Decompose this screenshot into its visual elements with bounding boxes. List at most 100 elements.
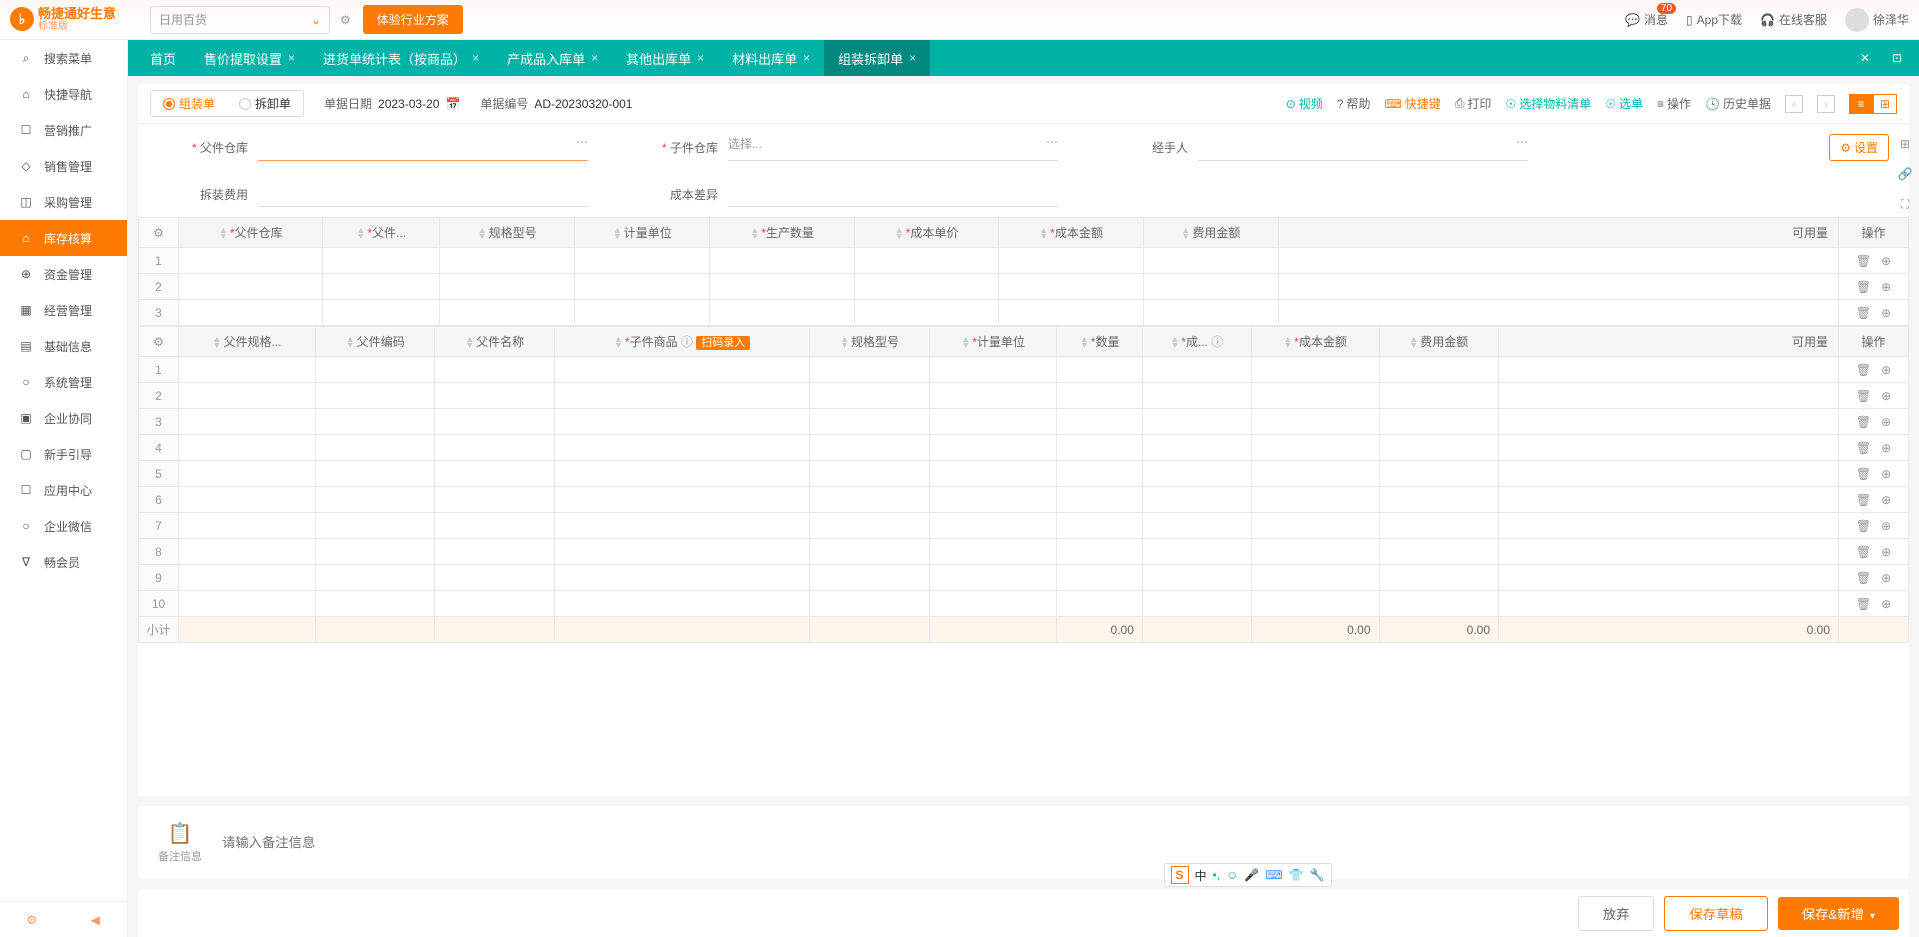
cell[interactable] <box>316 461 435 487</box>
cell[interactable] <box>810 409 929 435</box>
cell[interactable] <box>1499 539 1839 565</box>
table-row[interactable]: 2🗑⊕ <box>139 274 1909 300</box>
save-new-button[interactable]: 保存&新增▾ <box>1778 897 1899 930</box>
cell[interactable] <box>316 591 435 617</box>
delete-icon[interactable]: 🗑 <box>1856 441 1871 455</box>
tab-close-all-icon[interactable]: ✕ <box>1853 46 1877 70</box>
th-可用量[interactable]: 可用量 <box>1499 327 1839 357</box>
cell[interactable] <box>810 461 929 487</box>
th-父件仓库[interactable]: ▲▼*父件仓库 <box>179 218 323 248</box>
copy-icon[interactable]: ⊕ <box>1881 493 1891 507</box>
cell[interactable] <box>1251 565 1379 591</box>
remark-input[interactable] <box>222 835 1889 850</box>
header-gear-icon[interactable]: ⚙ <box>340 13 351 27</box>
sidebar-item-1[interactable]: ⌂快捷导航 <box>0 76 127 112</box>
table-row[interactable]: 2🗑⊕ <box>139 383 1909 409</box>
cell[interactable] <box>1499 435 1839 461</box>
th-父件名称[interactable]: ▲▼父件名称 <box>435 327 554 357</box>
cell[interactable] <box>1499 357 1839 383</box>
th-规格型号[interactable]: ▲▼规格型号 <box>440 218 575 248</box>
cell[interactable] <box>1379 357 1499 383</box>
sort-icon[interactable]: ▲▼ <box>895 228 904 239</box>
table-row[interactable]: 8🗑⊕ <box>139 539 1909 565</box>
cell[interactable] <box>929 487 1057 513</box>
sort-icon[interactable]: ▲▼ <box>1283 337 1292 348</box>
ime-punct-icon[interactable]: •, <box>1213 868 1221 882</box>
cell[interactable] <box>435 487 554 513</box>
sidebar-item-13[interactable]: ○企业微信 <box>0 508 127 544</box>
cell[interactable] <box>810 565 929 591</box>
cost-diff-input[interactable] <box>728 181 1058 207</box>
sort-icon[interactable]: ▲▼ <box>1039 228 1048 239</box>
cell[interactable] <box>1142 409 1251 435</box>
copy-icon[interactable]: ⊕ <box>1881 441 1891 455</box>
cell[interactable] <box>810 383 929 409</box>
cell[interactable] <box>810 513 929 539</box>
ime-tool-icon[interactable]: 🔧 <box>1310 868 1325 882</box>
cell[interactable] <box>1251 487 1379 513</box>
cell[interactable] <box>854 274 998 300</box>
sort-icon[interactable]: ▲▼ <box>840 337 849 348</box>
cell[interactable] <box>1057 539 1142 565</box>
cell[interactable] <box>179 461 316 487</box>
cell[interactable] <box>999 248 1143 274</box>
cell[interactable] <box>1057 487 1142 513</box>
cell[interactable] <box>1057 383 1142 409</box>
cell[interactable] <box>710 300 854 326</box>
sidebar-item-11[interactable]: ▢新手引导 <box>0 436 127 472</box>
cell[interactable] <box>1142 513 1251 539</box>
sort-icon[interactable]: ▲▼ <box>478 228 487 239</box>
cell[interactable] <box>1251 591 1379 617</box>
lookup-icon[interactable]: ⋯ <box>1046 135 1058 149</box>
rail-link-icon[interactable]: 🔗 <box>1895 164 1915 184</box>
date-value[interactable]: 2023-03-20 <box>378 97 439 111</box>
cell[interactable] <box>1057 565 1142 591</box>
sort-icon[interactable]: ▲▼ <box>614 337 623 348</box>
th-费用金额[interactable]: ▲▼费用金额 <box>1379 327 1499 357</box>
table-row[interactable]: 5🗑⊕ <box>139 461 1909 487</box>
tab-close-icon[interactable]: × <box>288 51 295 65</box>
messages-button[interactable]: 💬 消息 70 <box>1625 11 1668 28</box>
cell[interactable] <box>929 591 1057 617</box>
delete-icon[interactable]: 🗑 <box>1856 519 1871 533</box>
print-button[interactable]: ⎙打印 <box>1455 95 1492 112</box>
cell[interactable] <box>179 383 316 409</box>
cell[interactable] <box>1142 383 1251 409</box>
tab-menu-icon[interactable]: ⊡ <box>1885 46 1909 70</box>
cell[interactable] <box>179 435 316 461</box>
cell[interactable] <box>179 274 323 300</box>
handler-input[interactable]: ⋯ <box>1198 135 1528 161</box>
cell[interactable] <box>929 513 1057 539</box>
cell[interactable] <box>929 539 1057 565</box>
cell[interactable] <box>1379 409 1499 435</box>
cell[interactable] <box>554 539 809 565</box>
cell[interactable] <box>1057 591 1142 617</box>
ime-skin-icon[interactable]: 👕 <box>1289 868 1304 882</box>
cell[interactable] <box>810 591 929 617</box>
cell[interactable] <box>435 565 554 591</box>
cell[interactable] <box>1143 248 1278 274</box>
cell[interactable] <box>1499 513 1839 539</box>
rail-grid-icon[interactable]: ⊞ <box>1895 134 1915 154</box>
cell[interactable] <box>1057 461 1142 487</box>
calendar-icon[interactable]: 📅 <box>445 97 460 111</box>
cell[interactable] <box>575 300 710 326</box>
cell[interactable] <box>316 513 435 539</box>
parent-warehouse-input[interactable]: ⋯ <box>258 135 588 161</box>
cell[interactable] <box>999 274 1143 300</box>
cell[interactable] <box>929 357 1057 383</box>
sidebar-item-8[interactable]: ▤基础信息 <box>0 328 127 364</box>
cell[interactable] <box>710 274 854 300</box>
settings-button[interactable]: ⚙设置 <box>1829 134 1889 161</box>
cell[interactable] <box>179 539 316 565</box>
delete-icon[interactable]: 🗑 <box>1856 493 1871 507</box>
tab-6[interactable]: 组装拆卸单× <box>824 40 930 76</box>
table-row[interactable]: 1🗑⊕ <box>139 357 1909 383</box>
sort-icon[interactable]: ▲▼ <box>961 337 970 348</box>
cell[interactable] <box>435 357 554 383</box>
copy-icon[interactable]: ⊕ <box>1881 415 1891 429</box>
cell[interactable] <box>316 487 435 513</box>
help-button[interactable]: ?帮助 <box>1337 95 1371 112</box>
cell[interactable] <box>323 248 440 274</box>
th-操作[interactable]: 操作 <box>1839 327 1909 357</box>
